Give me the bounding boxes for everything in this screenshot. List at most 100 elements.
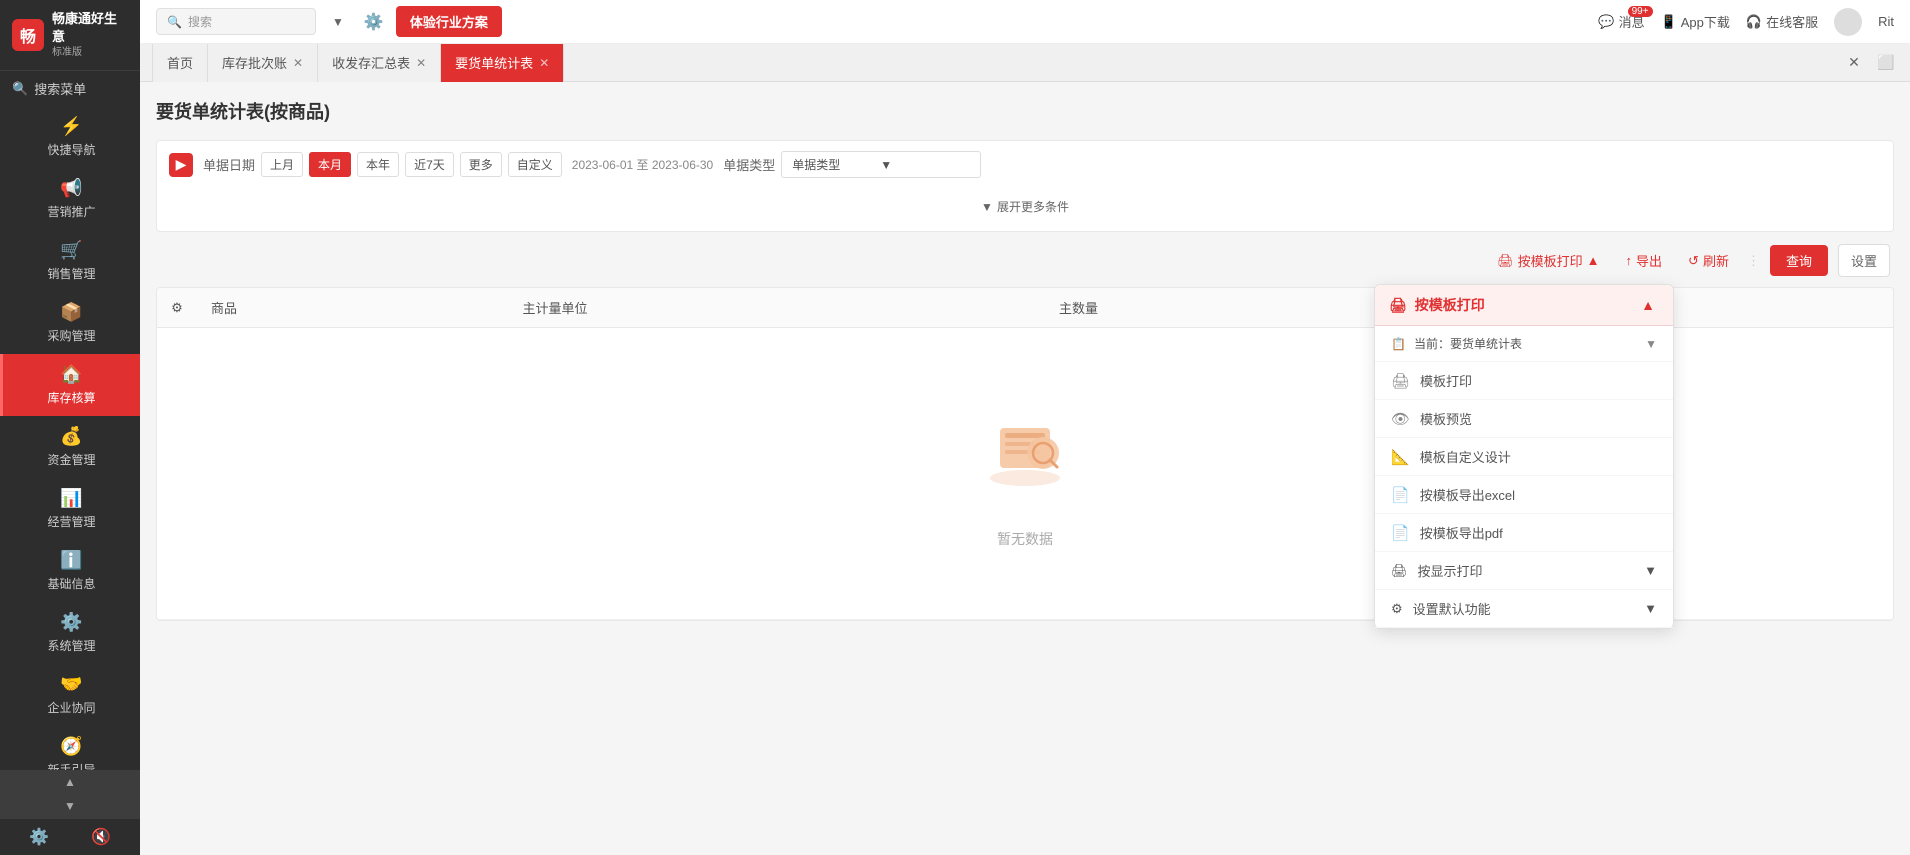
sidebar-item-sales[interactable]: 🛒销售管理	[0, 230, 140, 292]
date-prev-btn[interactable]: 上月	[261, 152, 303, 177]
topbar-dropdown-icon[interactable]: ▼	[324, 11, 352, 33]
dropdown-item-template-excel[interactable]: 📄 按模板导出excel	[1375, 476, 1673, 514]
settings-bottom-icon[interactable]: ⚙️	[29, 827, 49, 847]
refresh-icon: ↺	[1688, 253, 1699, 269]
dropdown-item-template-custom[interactable]: 📐 模板自定义设计	[1375, 438, 1673, 476]
tab-order-stats-close[interactable]: ✕	[539, 56, 549, 70]
topbar-search[interactable]: 🔍 搜索	[156, 8, 316, 35]
tab-collect-summary-close[interactable]: ✕	[416, 56, 426, 70]
date-range-display: 2023-06-01 至 2023-06-30	[572, 156, 713, 173]
col-settings[interactable]: ⚙	[157, 288, 197, 328]
app-download-btn[interactable]: 📱 App下载	[1661, 12, 1730, 31]
nav-icon-system: ⚙️	[60, 612, 82, 633]
topbar-search-icon: 🔍	[167, 15, 182, 29]
query-btn[interactable]: 查询	[1770, 245, 1828, 276]
trial-btn[interactable]: 体验行业方案	[396, 6, 502, 37]
sidebar-item-inventory[interactable]: 🏠库存核算	[0, 354, 140, 416]
refresh-btn[interactable]: ↺ 刷新	[1680, 247, 1737, 274]
dropdown-display-print[interactable]: 🖨 按显示打印 ▼	[1375, 552, 1673, 590]
type-filter-select[interactable]: 单据类型 ▼	[781, 151, 981, 178]
dropdown-expand-icon[interactable]: ▲	[1637, 295, 1659, 315]
tab-collect-summary[interactable]: 收发存汇总表 ✕	[318, 44, 441, 82]
date-more-btn[interactable]: 更多	[460, 152, 502, 177]
sidebar-item-enterprise[interactable]: 🤝企业协同	[0, 664, 140, 726]
logo-main: 畅康通好生意	[52, 10, 128, 46]
dropdown-header-left: 🖨 按模板打印	[1389, 295, 1485, 315]
dropdown-current-label: 📋 当前：要货单统计表 ▼	[1375, 326, 1673, 362]
dropdown-item-template-preview[interactable]: 👁 模板预览	[1375, 400, 1673, 438]
sidebar-item-quick[interactable]: ⚡快捷导航	[0, 106, 140, 168]
sidebar-item-basic[interactable]: ℹ️基础信息	[0, 540, 140, 602]
col-unit: 主计量单位	[509, 288, 1045, 328]
tab-order-stats-label: 要货单统计表	[455, 53, 533, 72]
template-excel-label: 按模板导出excel	[1420, 485, 1515, 504]
dropdown-set-default[interactable]: ⚙ 设置默认功能 ▼	[1375, 590, 1673, 628]
tab-close-all-btn[interactable]: ✕	[1842, 51, 1866, 75]
scroll-up-btn[interactable]: ▲	[0, 770, 140, 794]
refresh-label: 刷新	[1703, 251, 1729, 270]
nav-label-operation: 经营管理	[47, 513, 95, 530]
logo-sub: 标准版	[52, 46, 128, 60]
mute-bottom-icon[interactable]: 🔇	[91, 827, 111, 847]
tabbar: 首页 库存批次账 ✕ 收发存汇总表 ✕ 要货单统计表 ✕ ✕ ⬜	[140, 44, 1910, 82]
dropdown-print-icon: 🖨	[1389, 297, 1407, 314]
sidebar-bottom: ⚙️ 🔇	[0, 818, 140, 855]
date-year-btn[interactable]: 本年	[357, 152, 399, 177]
scroll-down-btn[interactable]: ▼	[0, 794, 140, 818]
nav-icon-inventory: 🏠	[60, 364, 82, 385]
export-btn[interactable]: ↑ 导出	[1618, 247, 1671, 274]
display-print-icon: 🖨	[1391, 563, 1408, 579]
search-label: 搜索菜单	[34, 79, 86, 98]
set-default-left: ⚙ 设置默认功能	[1391, 599, 1491, 618]
sidebar-item-purchase[interactable]: 📦采购管理	[0, 292, 140, 354]
sidebar-item-system[interactable]: ⚙️系统管理	[0, 602, 140, 664]
template-print-icon: 🖨	[1391, 372, 1410, 390]
expand-conditions-btn[interactable]: ▼ 展开更多条件	[169, 192, 1881, 221]
topbar-gear-icon[interactable]: ⚙️	[360, 8, 388, 36]
sidebar-item-operation[interactable]: 📊经营管理	[0, 478, 140, 540]
settings-btn[interactable]: 设置	[1838, 244, 1890, 277]
dropdown-header: 🖨 按模板打印 ▲	[1375, 285, 1673, 326]
tab-inventory-batch-close[interactable]: ✕	[293, 56, 303, 70]
messages-icon: 💬	[1598, 14, 1614, 30]
tab-order-stats[interactable]: 要货单统计表 ✕	[441, 44, 564, 82]
date-filter-group: 单据日期 上月 本月 本年 近7天 更多 自定义 2023-06-01 至 20…	[203, 152, 713, 177]
date-week7-btn[interactable]: 近7天	[405, 152, 454, 177]
print-icon: 🖨	[1497, 253, 1514, 269]
print-chevron-icon: ▲	[1587, 253, 1600, 268]
nav-label-purchase: 采购管理	[47, 327, 95, 344]
dropdown-item-template-pdf[interactable]: 📄 按模板导出pdf	[1375, 514, 1673, 552]
page-title: 要货单统计表(按商品)	[156, 98, 1894, 124]
dropdown-header-right: ▲	[1637, 295, 1659, 315]
action-bar: 🖨 按模板打印 ▲ ↑ 导出 ↺ 刷新 ⋮ 查询 设置 🖨 按模板打印	[156, 244, 1894, 277]
date-custom-btn[interactable]: 自定义	[508, 152, 562, 177]
nav-icon-marketing: 📢	[60, 178, 82, 199]
type-filter-chevron: ▼	[880, 158, 892, 172]
online-service-icon: 🎧	[1746, 14, 1762, 30]
nav-label-quick: 快捷导航	[47, 141, 95, 158]
messages-btn[interactable]: 💬 消息 99+	[1598, 12, 1644, 31]
nav-label-finance: 资金管理	[47, 451, 95, 468]
template-custom-label: 模板自定义设计	[1420, 447, 1511, 466]
tab-inventory-batch[interactable]: 库存批次账 ✕	[208, 44, 318, 82]
sidebar-item-marketing[interactable]: 📢 营销推广	[0, 168, 140, 230]
sidebar-item-guide[interactable]: 🧭新手引导	[0, 726, 140, 770]
date-current-btn[interactable]: 本月	[309, 152, 351, 177]
print-label: 按模板打印	[1518, 251, 1583, 270]
print-dropdown-btn[interactable]: 🖨 按模板打印 ▲	[1489, 247, 1607, 274]
nav-label-marketing: 营销推广	[47, 203, 95, 220]
sidebar-item-finance[interactable]: 💰资金管理	[0, 416, 140, 478]
logo-icon: 畅	[12, 19, 44, 51]
type-filter-label: 单据类型	[723, 155, 775, 174]
nav-label-guide: 新手引导	[47, 761, 95, 770]
dropdown-item-template-print[interactable]: 🖨 模板打印	[1375, 362, 1673, 400]
topbar-search-placeholder: 搜索	[188, 13, 212, 30]
sidebar-search[interactable]: 🔍 搜索菜单	[0, 71, 140, 106]
tab-maximize-btn[interactable]: ⬜	[1874, 51, 1898, 75]
filter-toggle-btn[interactable]: ▶	[169, 153, 193, 177]
avatar[interactable]	[1834, 8, 1862, 36]
display-print-label: 按显示打印	[1418, 561, 1483, 580]
tab-home[interactable]: 首页	[152, 44, 208, 82]
app-download-label: App下载	[1681, 12, 1730, 31]
online-service-btn[interactable]: 🎧 在线客服	[1746, 12, 1818, 31]
